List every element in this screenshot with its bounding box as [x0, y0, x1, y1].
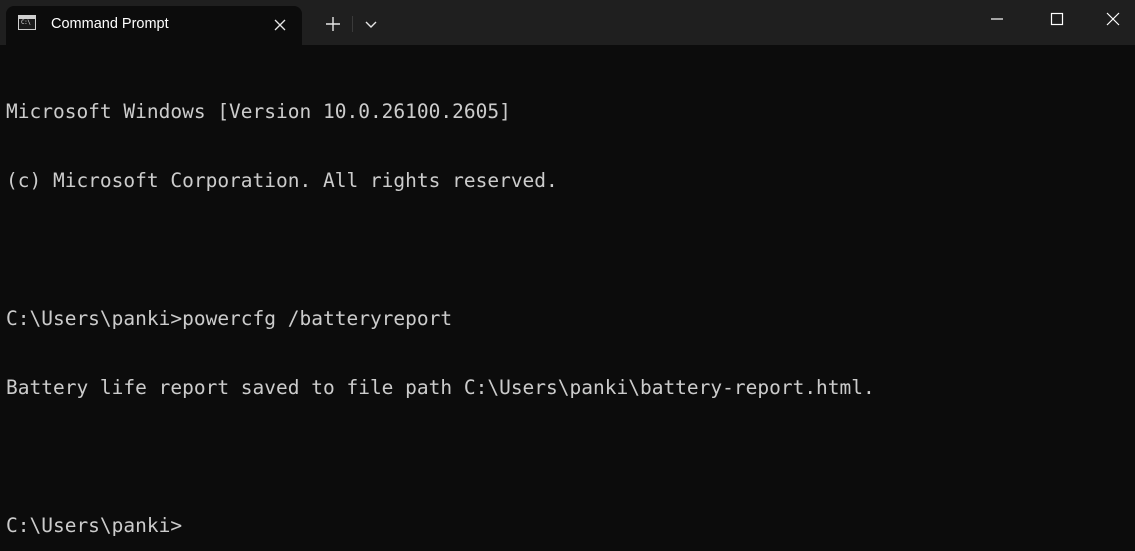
plus-icon: [326, 17, 340, 31]
tab-dropdown-button[interactable]: [360, 13, 382, 35]
cmd-icon: C:\: [18, 15, 36, 30]
new-tab-button[interactable]: [322, 13, 344, 35]
console-prompt[interactable]: C:\Users\panki>: [6, 514, 1126, 537]
close-window-button[interactable]: [1090, 0, 1135, 36]
console-output[interactable]: Microsoft Windows [Version 10.0.26100.26…: [6, 54, 1126, 544]
close-icon: [274, 19, 286, 31]
tab-divider: [352, 16, 353, 32]
console-line: Battery life report saved to file path C…: [6, 376, 875, 399]
console-line: C:\Users\panki>powercfg /batteryreport: [6, 307, 453, 330]
minimize-icon: [991, 18, 1003, 20]
maximize-button[interactable]: [1034, 0, 1080, 36]
minimize-button[interactable]: [974, 0, 1020, 36]
tab-command-prompt[interactable]: C:\ Command Prompt: [6, 6, 302, 45]
title-bar[interactable]: C:\ Command Prompt: [0, 0, 1135, 45]
console-line: Microsoft Windows [Version 10.0.26100.26…: [6, 100, 511, 123]
terminal-window: C:\ Command Prompt Microsoft Windows [Ve…: [0, 0, 1135, 551]
maximize-icon: [1050, 12, 1064, 26]
close-icon: [1106, 12, 1120, 26]
chevron-down-icon: [365, 21, 377, 28]
tab-title: Command Prompt: [51, 16, 169, 32]
console-line: (c) Microsoft Corporation. All rights re…: [6, 169, 558, 192]
close-tab-button[interactable]: [269, 14, 291, 36]
